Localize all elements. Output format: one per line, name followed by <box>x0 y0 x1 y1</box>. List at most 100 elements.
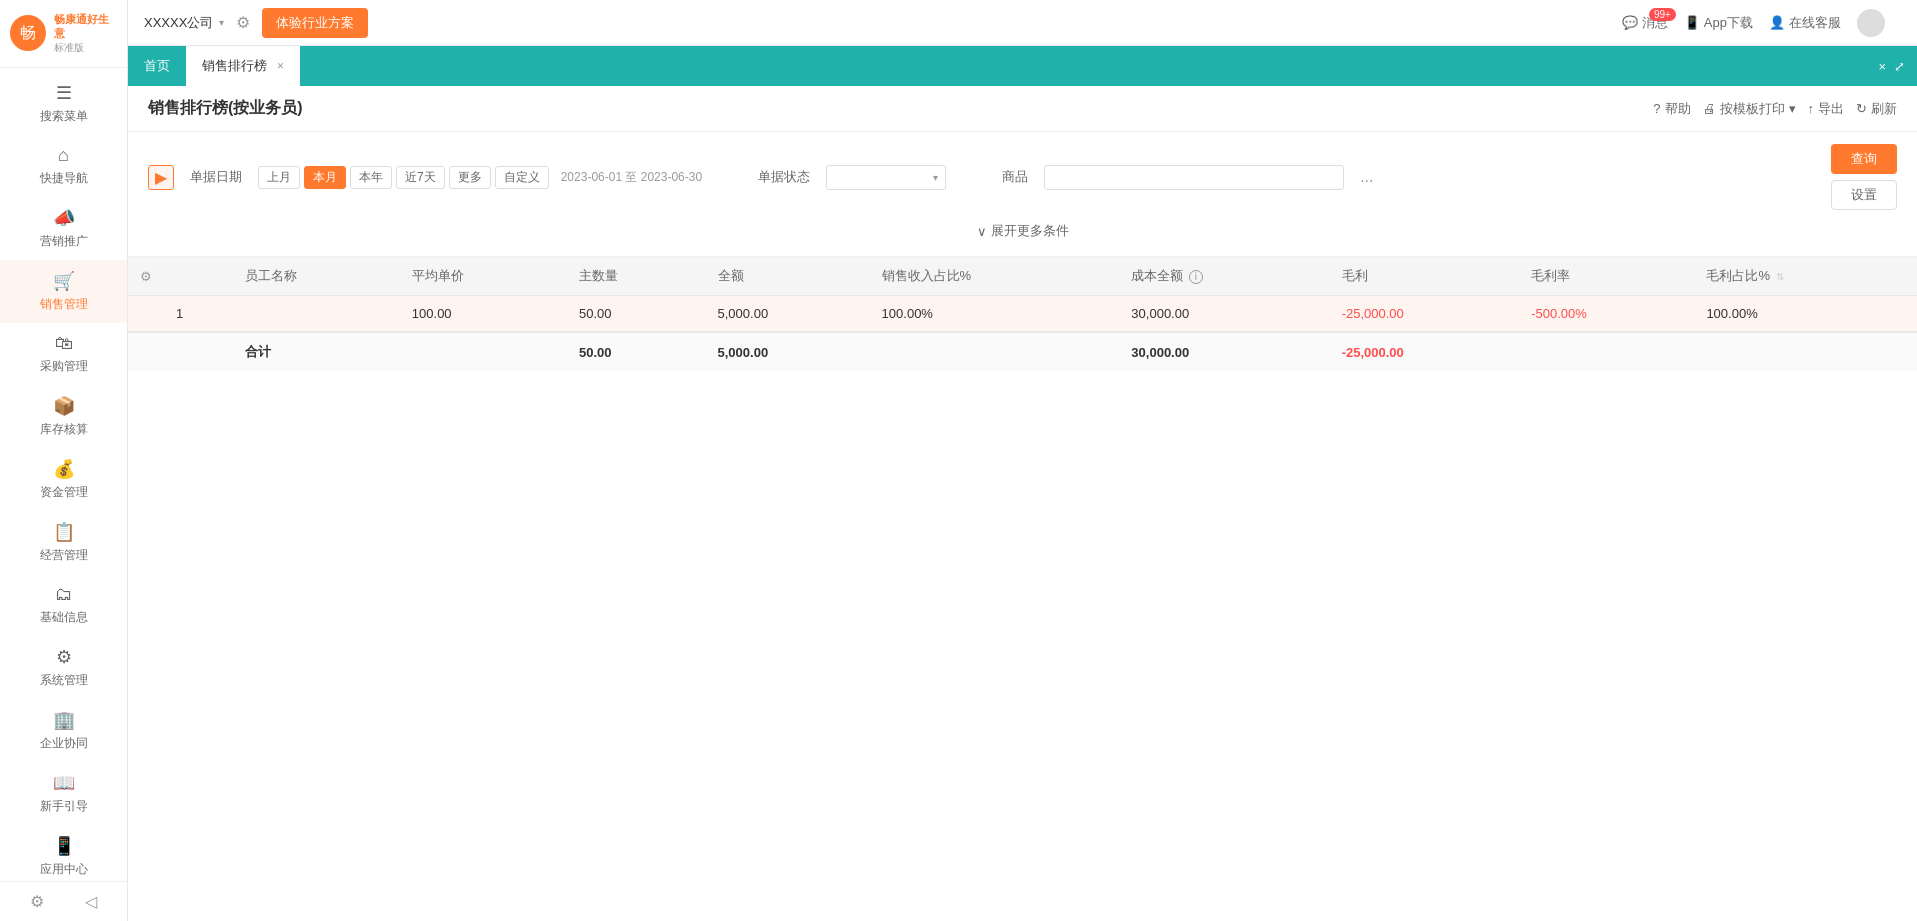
home-icon: ⌂ <box>58 145 69 166</box>
date-buttons: 上月 本月 本年 近7天 更多 自定义 2023-06-01 至 2023-06… <box>258 166 702 189</box>
sidebar-nav: ☰ 搜索菜单 ⌂ 快捷导航 📣 营销推广 🛒 销售管理 🛍 采购管理 📦 库存核… <box>0 68 127 881</box>
date-btn-this-year[interactable]: 本年 <box>350 166 392 189</box>
col-employee-name: 员工名称 <box>233 257 400 296</box>
footer-rank <box>164 332 233 371</box>
logo-text-area: 畅康通好生意 标准版 <box>54 12 117 55</box>
footer-sales-pct <box>870 332 1120 371</box>
sidebar-item-label: 营销推广 <box>40 233 88 250</box>
help-label: 帮助 <box>1665 100 1691 118</box>
guide-icon: 📖 <box>53 772 75 794</box>
goods-input[interactable] <box>1044 165 1344 190</box>
sidebar: 畅 畅康通好生意 标准版 ☰ 搜索菜单 ⌂ 快捷导航 📣 营销推广 🛒 销售管理… <box>0 0 128 921</box>
query-actions: 查询 设置 <box>1831 144 1897 210</box>
finance-icon: 💰 <box>53 458 75 480</box>
logo-icon: 畅 <box>10 15 46 51</box>
topbar: XXXXX公司 ▾ ⚙ 体验行业方案 💬 消息 99+ 📱 App下载 👤 在线… <box>128 0 1917 46</box>
expand-area: ∨ 展开更多条件 <box>148 218 1897 244</box>
sidebar-item-label: 新手引导 <box>40 798 88 815</box>
sidebar-item-purchase[interactable]: 🛍 采购管理 <box>0 323 127 385</box>
app-center-icon: 📱 <box>53 835 75 857</box>
date-btn-this-month[interactable]: 本月 <box>304 166 346 189</box>
app-download-button[interactable]: 📱 App下载 <box>1684 14 1753 32</box>
date-btn-7days[interactable]: 近7天 <box>396 166 445 189</box>
col-quantity: 主数量 <box>567 257 706 296</box>
footer-avg-price <box>400 332 567 371</box>
sidebar-item-sales[interactable]: 🛒 销售管理 <box>0 260 127 323</box>
basic-info-icon: 🗂 <box>55 584 73 605</box>
sidebar-item-app-center[interactable]: 📱 应用中心 <box>0 825 127 881</box>
service-label: 在线客服 <box>1789 14 1841 32</box>
col-rank <box>164 257 233 296</box>
sidebar-item-marketing[interactable]: 📣 营销推广 <box>0 197 127 260</box>
company-name: XXXXX公司 <box>144 14 213 32</box>
status-select[interactable] <box>826 165 946 190</box>
sidebar-item-label: 系统管理 <box>40 672 88 689</box>
col-cost: 成本全额 i <box>1119 257 1329 296</box>
logo-title: 畅康通好生意 <box>54 12 117 41</box>
footer-gross-rate <box>1519 332 1694 371</box>
export-button[interactable]: ↑ 导出 <box>1808 100 1845 118</box>
window-expand-icon[interactable]: ⤢ <box>1894 59 1905 74</box>
expand-icon: ∨ <box>977 224 987 239</box>
sidebar-item-finance[interactable]: 💰 资金管理 <box>0 448 127 511</box>
cost-info-icon[interactable]: i <box>1189 270 1203 284</box>
cell-avg-price: 100.00 <box>400 296 567 333</box>
date-btn-custom[interactable]: 自定义 <box>495 166 549 189</box>
page-header: 销售排行榜(按业务员) ? 帮助 🖨 按模板打印 ▾ ↑ 导出 ↻ 刷新 <box>128 86 1917 132</box>
footer-settings-icon[interactable]: ⚙ <box>30 892 44 911</box>
sidebar-item-label: 资金管理 <box>40 484 88 501</box>
col-settings[interactable]: ⚙ <box>128 257 164 296</box>
trial-button[interactable]: 体验行业方案 <box>262 8 368 38</box>
goods-label: 商品 <box>1002 168 1028 186</box>
window-close-icon[interactable]: × <box>1878 59 1886 74</box>
sidebar-item-basic-info[interactable]: 🗂 基础信息 <box>0 574 127 636</box>
sidebar-item-system[interactable]: ⚙ 系统管理 <box>0 636 127 699</box>
help-button[interactable]: ? 帮助 <box>1653 100 1690 118</box>
export-icon: ↑ <box>1808 101 1815 116</box>
sidebar-item-guide[interactable]: 📖 新手引导 <box>0 762 127 825</box>
sidebar-item-label: 快捷导航 <box>40 170 88 187</box>
date-btn-last-month[interactable]: 上月 <box>258 166 300 189</box>
sidebar-item-operations[interactable]: 📋 经营管理 <box>0 511 127 574</box>
tab-home[interactable]: 首页 <box>128 46 186 86</box>
refresh-button[interactable]: ↻ 刷新 <box>1856 100 1897 118</box>
topbar-settings-icon[interactable]: ⚙ <box>236 13 250 32</box>
footer-quantity: 50.00 <box>567 332 706 371</box>
more-filters-icon[interactable]: ... <box>1360 168 1373 186</box>
expand-button[interactable]: ∨ 展开更多条件 <box>977 222 1069 240</box>
settings-button[interactable]: 设置 <box>1831 180 1897 210</box>
print-dropdown-icon: ▾ <box>1789 101 1796 116</box>
cell-employee-name <box>233 296 400 333</box>
sidebar-item-label: 经营管理 <box>40 547 88 564</box>
sidebar-collapse-icon[interactable]: ◁ <box>85 892 97 911</box>
tab-active-label: 销售排行榜 <box>202 57 267 75</box>
company-selector[interactable]: XXXXX公司 ▾ <box>144 14 224 32</box>
sidebar-item-search[interactable]: ☰ 搜索菜单 <box>0 72 127 135</box>
query-button[interactable]: 查询 <box>1831 144 1897 174</box>
table-wrapper[interactable]: ⚙ 员工名称 平均单价 主数量 <box>128 257 1917 921</box>
export-label: 导出 <box>1818 100 1844 118</box>
topbar-right: 💬 消息 99+ 📱 App下载 👤 在线客服 <box>1622 9 1901 37</box>
service-icon: 👤 <box>1769 15 1785 30</box>
message-button[interactable]: 💬 消息 99+ <box>1622 14 1668 32</box>
col-gross-rate: 毛利率 <box>1519 257 1694 296</box>
col-avg-price: 平均单价 <box>400 257 567 296</box>
column-settings-icon[interactable]: ⚙ <box>140 269 152 284</box>
tab-close-icon[interactable]: × <box>277 59 284 73</box>
tab-bar: 首页 销售排行榜 × × ⤢ <box>128 46 1917 86</box>
gross-pct-sort-icon[interactable]: ⇅ <box>1776 271 1784 282</box>
enterprise-icon: 🏢 <box>53 709 75 731</box>
date-btn-more[interactable]: 更多 <box>449 166 491 189</box>
filter-toggle-button[interactable]: ▶ <box>148 165 174 190</box>
sidebar-item-quicknav[interactable]: ⌂ 快捷导航 <box>0 135 127 197</box>
sidebar-item-label: 基础信息 <box>40 609 88 626</box>
online-service-button[interactable]: 👤 在线客服 <box>1769 14 1841 32</box>
user-avatar[interactable] <box>1857 9 1885 37</box>
print-button[interactable]: 🖨 按模板打印 ▾ <box>1703 100 1796 118</box>
sidebar-item-enterprise[interactable]: 🏢 企业协同 <box>0 699 127 762</box>
date-range-display: 2023-06-01 至 2023-06-30 <box>561 169 702 186</box>
tab-sales-ranking[interactable]: 销售排行榜 × <box>186 46 300 86</box>
sidebar-item-inventory[interactable]: 📦 库存核算 <box>0 385 127 448</box>
table-row: 1 100.00 50.00 5,000.00 100.00% 30,000.0… <box>128 296 1917 333</box>
sidebar-item-label: 库存核算 <box>40 421 88 438</box>
